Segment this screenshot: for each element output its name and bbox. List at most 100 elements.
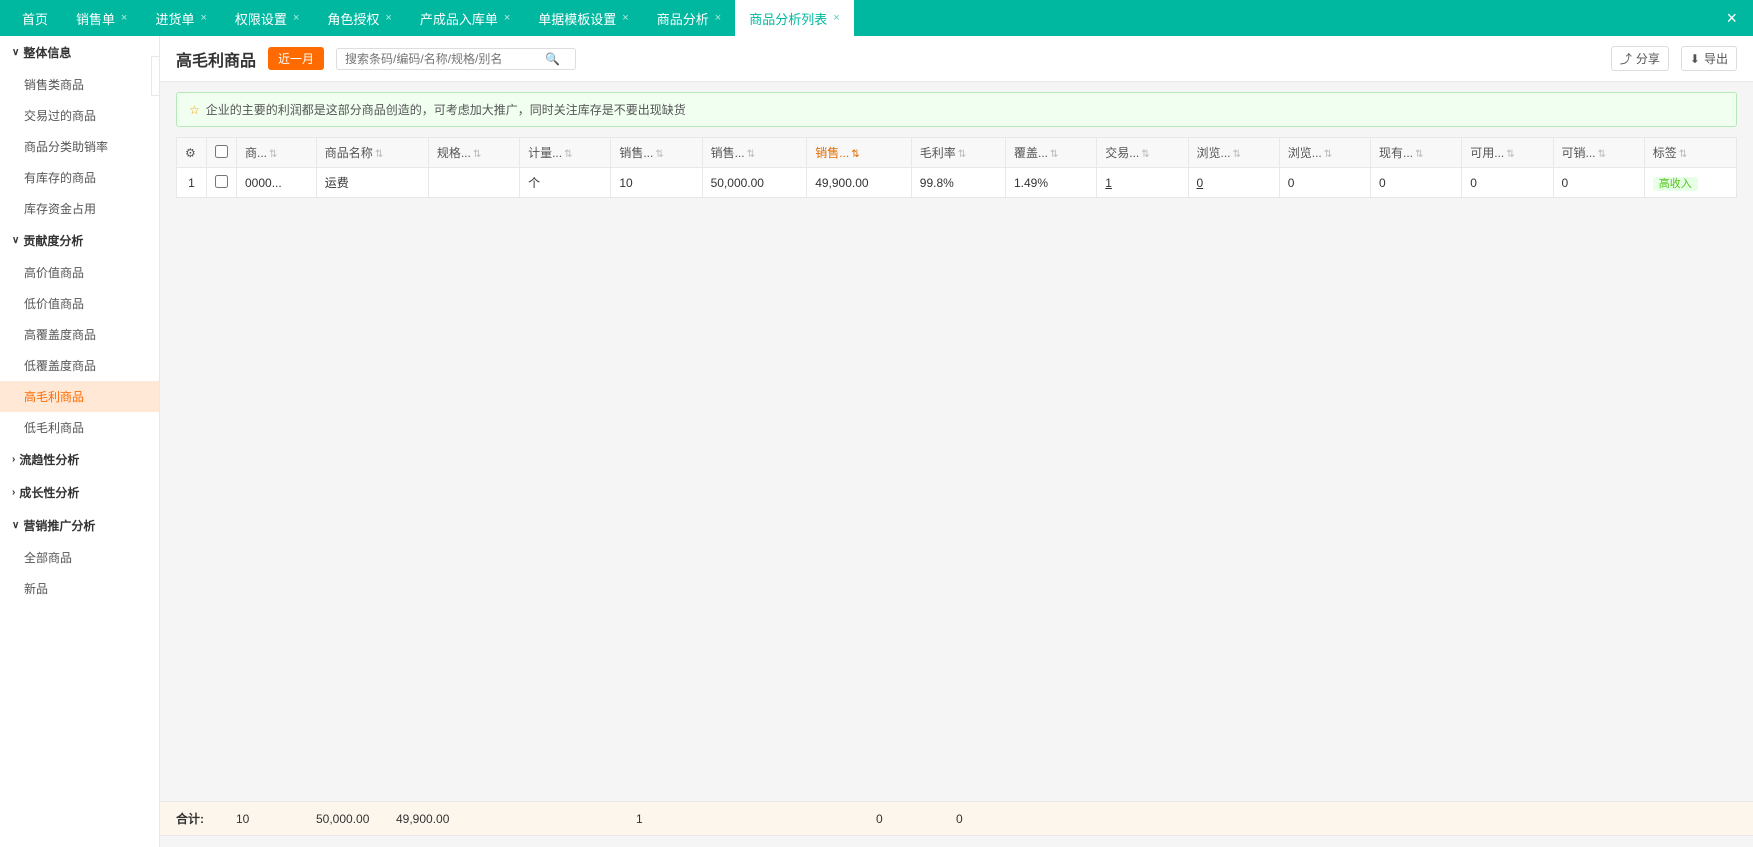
- sidebar-item-high-margin[interactable]: 高毛利商品: [0, 381, 159, 412]
- sidebar-group-marketing[interactable]: ∨ 营销推广分析: [0, 509, 159, 542]
- sidebar-item-low-value[interactable]: 低价值商品: [0, 288, 159, 319]
- table-header-row: ⚙ 商...⇅ 商品名称⇅ 规格...⇅ 计量...⇅ 销售...⇅ 销售...…: [177, 138, 1737, 168]
- col-sellable[interactable]: 可销...⇅: [1553, 138, 1644, 168]
- close-icon[interactable]: ×: [504, 12, 510, 24]
- col-current-stock[interactable]: 现有...⇅: [1371, 138, 1462, 168]
- footer-values: 10 50,000.00 49,900.00 1 0 0: [224, 812, 1024, 826]
- sidebar-item-traded-goods[interactable]: 交易过的商品: [0, 100, 159, 131]
- col-trade[interactable]: 交易...⇅: [1097, 138, 1188, 168]
- row-trade: 1: [1097, 168, 1188, 198]
- sidebar: ∨ 整体信息 销售类商品 交易过的商品 商品分类助销率 有库存的商品 库存资金占…: [0, 36, 160, 847]
- close-icon[interactable]: ×: [622, 12, 628, 24]
- row-tag: 高收入: [1644, 168, 1736, 198]
- col-unit[interactable]: 计量...⇅: [520, 138, 611, 168]
- close-icon[interactable]: ×: [121, 12, 127, 24]
- sidebar-item-stock-capital[interactable]: 库存资金占用: [0, 193, 159, 224]
- row-no: 1: [177, 168, 207, 198]
- sidebar-item-in-stock-goods[interactable]: 有库存的商品: [0, 162, 159, 193]
- content-header: 高毛利商品 近一月 🔍 ⤴ 分享 ⬇ 导出: [160, 36, 1753, 82]
- footer-sales-qty: 10: [224, 812, 304, 826]
- col-sales-amount[interactable]: 销售...⇅: [702, 138, 807, 168]
- nav-permission-settings[interactable]: 权限设置 ×: [221, 0, 313, 36]
- table-footer: 合计: 10 50,000.00 49,900.00 1 0 0: [160, 801, 1753, 835]
- sidebar-group-overall-info[interactable]: ∨ 整体信息: [0, 36, 159, 69]
- sidebar-item-category-rate[interactable]: 商品分类助销率: [0, 131, 159, 162]
- row-checkbox[interactable]: [207, 168, 237, 198]
- row-available-stock: 0: [1462, 168, 1553, 198]
- footer-sales-amount: 50,000.00: [304, 812, 384, 826]
- col-spec[interactable]: 规格...⇅: [428, 138, 519, 168]
- footer-total-label: 合计:: [176, 810, 204, 827]
- header-actions: ⤴ 分享 ⬇ 导出: [1611, 46, 1737, 71]
- nav-sales-order[interactable]: 销售单 ×: [62, 0, 141, 36]
- close-icon[interactable]: ×: [715, 12, 721, 24]
- page-title: 高毛利商品: [176, 47, 256, 71]
- col-browse1[interactable]: 浏览...⇅: [1188, 138, 1279, 168]
- select-all-checkbox[interactable]: [215, 145, 228, 158]
- col-settings[interactable]: ⚙: [177, 138, 207, 168]
- row-spec: [428, 168, 519, 198]
- footer-empty3: [704, 812, 784, 826]
- close-icon[interactable]: ×: [293, 12, 299, 24]
- sidebar-item-new-products[interactable]: 新品: [0, 573, 159, 604]
- nav-role-auth[interactable]: 角色授权 ×: [313, 0, 405, 36]
- sidebar-item-sales-goods[interactable]: 销售类商品: [0, 69, 159, 100]
- nav-template-settings[interactable]: 单据模板设置 ×: [524, 0, 642, 36]
- row-select-checkbox[interactable]: [215, 175, 228, 188]
- footer-sales-net: 49,900.00: [384, 812, 464, 826]
- expand-icon: ›: [12, 454, 15, 465]
- sidebar-group-flow-trend[interactable]: › 流趋性分析: [0, 443, 159, 476]
- export-button[interactable]: ⬇ 导出: [1681, 46, 1737, 71]
- col-gross-margin[interactable]: 毛利率⇅: [911, 138, 1005, 168]
- search-box: 🔍: [336, 48, 576, 70]
- row-current-stock: 0: [1371, 168, 1462, 198]
- share-button[interactable]: ⤴ 分享: [1611, 46, 1669, 71]
- col-checkbox[interactable]: [207, 138, 237, 168]
- expand-icon: ∨: [12, 47, 19, 58]
- nav-product-analysis-list[interactable]: 商品分析列表 ×: [735, 0, 853, 36]
- sidebar-group-growth[interactable]: › 成长性分析: [0, 476, 159, 509]
- sidebar-item-high-value[interactable]: 高价值商品: [0, 257, 159, 288]
- row-sales-qty: 10: [611, 168, 702, 198]
- nav-product-inbound[interactable]: 产成品入库单 ×: [406, 0, 524, 36]
- time-filter-button[interactable]: 近一月: [268, 47, 324, 70]
- col-code[interactable]: 商...⇅: [237, 138, 317, 168]
- export-icon: ⬇: [1690, 52, 1700, 66]
- col-name[interactable]: 商品名称⇅: [316, 138, 428, 168]
- data-table: ⚙ 商...⇅ 商品名称⇅ 规格...⇅ 计量...⇅ 销售...⇅ 销售...…: [176, 137, 1737, 198]
- search-icon[interactable]: 🔍: [545, 52, 560, 66]
- sidebar-group-contribution[interactable]: ∨ 贡献度分析: [0, 224, 159, 257]
- horizontal-scrollbar[interactable]: [160, 835, 1753, 847]
- main-layout: ∨ 整体信息 销售类商品 交易过的商品 商品分类助销率 有库存的商品 库存资金占…: [0, 36, 1753, 847]
- nav-home[interactable]: 首页: [8, 0, 62, 36]
- col-sales-qty[interactable]: 销售...⇅: [611, 138, 702, 168]
- col-tag[interactable]: 标签⇅: [1644, 138, 1736, 168]
- nav-purchase-order[interactable]: 进货单 ×: [141, 0, 220, 36]
- row-coverage: 1.49%: [1006, 168, 1097, 198]
- sidebar-item-low-margin[interactable]: 低毛利商品: [0, 412, 159, 443]
- row-sales-amount: 50,000.00: [702, 168, 807, 198]
- row-browse1: 0: [1188, 168, 1279, 198]
- row-name: 运费: [316, 168, 428, 198]
- row-sales-net: 49,900.00: [807, 168, 912, 198]
- sidebar-collapse-button[interactable]: 《: [151, 56, 160, 96]
- col-sales-net[interactable]: 销售...⇅: [807, 138, 912, 168]
- footer-empty2: [544, 812, 624, 826]
- footer-current-stock: 0: [864, 812, 944, 826]
- col-available-stock[interactable]: 可用...⇅: [1462, 138, 1553, 168]
- sidebar-item-all-goods[interactable]: 全部商品: [0, 542, 159, 573]
- search-input[interactable]: [345, 52, 545, 66]
- sidebar-item-low-coverage[interactable]: 低覆盖度商品: [0, 350, 159, 381]
- col-browse2[interactable]: 浏览...⇅: [1279, 138, 1370, 168]
- footer-empty4: [784, 812, 864, 826]
- nav-product-analysis[interactable]: 商品分析 ×: [643, 0, 735, 36]
- close-icon[interactable]: ×: [833, 12, 839, 24]
- col-coverage[interactable]: 覆盖...⇅: [1006, 138, 1097, 168]
- close-icon[interactable]: ×: [200, 12, 206, 24]
- window-close-button[interactable]: ×: [1718, 8, 1745, 29]
- sidebar-item-high-coverage[interactable]: 高覆盖度商品: [0, 319, 159, 350]
- expand-icon: ∨: [12, 520, 19, 531]
- footer-empty1: [464, 812, 544, 826]
- close-icon[interactable]: ×: [385, 12, 391, 24]
- table-row: 1 0000... 运费 个 10 50,000.00 49,900.00 99…: [177, 168, 1737, 198]
